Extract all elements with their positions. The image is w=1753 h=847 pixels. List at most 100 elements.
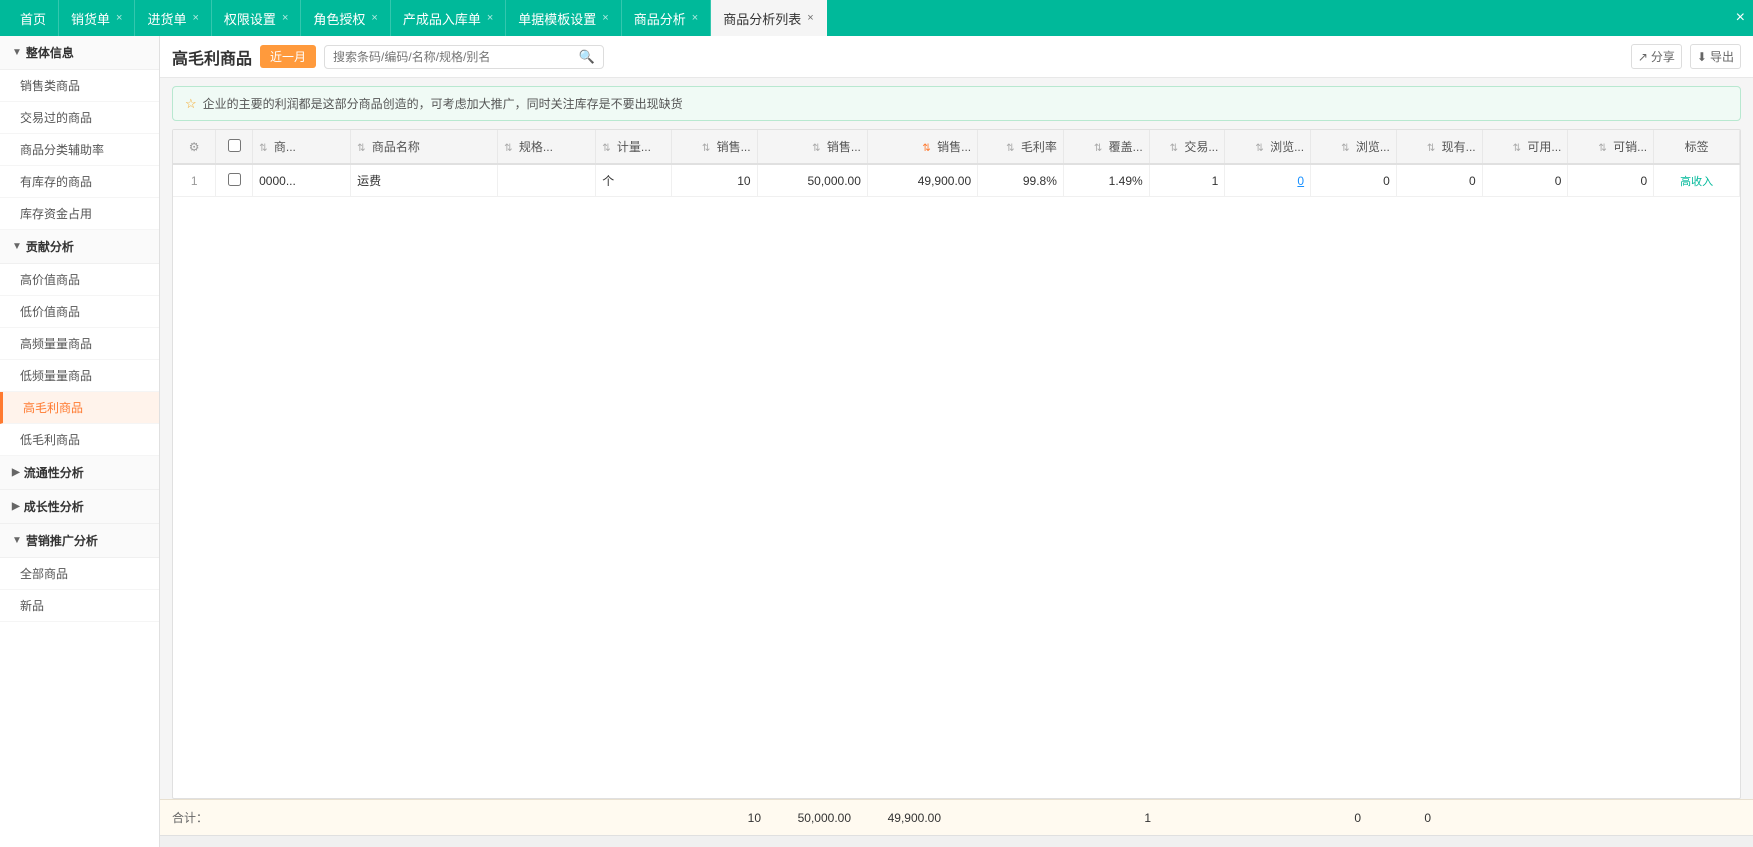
tab-template-close[interactable]: × [602,12,608,24]
horizontal-scrollbar[interactable] [160,835,1753,847]
sidebar-item-low-margin[interactable]: 低毛利商品 [0,424,159,456]
sidebar-item-in-stock-goods[interactable]: 有库存的商品 [0,166,159,198]
col-header-stock1[interactable]: ⇅ 现有... [1396,130,1482,164]
search-icon[interactable]: 🔍 [579,49,595,65]
col-header-sales-qty[interactable]: ⇅ 销售... [671,130,757,164]
sidebar-group-wealth-label: 贡献分析 [26,238,74,255]
export-label: 导出 [1710,48,1734,65]
col-header-sales-cost[interactable]: ⇅ 销售... [867,130,977,164]
col-sort-sales-qty: ⇅ [702,143,710,154]
sidebar-collapse-button[interactable]: « [159,422,160,462]
sidebar-group-marketing[interactable]: ▼ 营销推广分析 [0,524,159,558]
info-bar: ☆ 企业的主要的利润都是这部分商品创造的，可考虑加大推广，同时关注库存是不要出现… [172,86,1741,121]
tab-role-close[interactable]: × [371,12,377,24]
sidebar-group-overall[interactable]: ▼ 整体信息 [0,36,159,70]
select-all-checkbox[interactable] [228,139,241,152]
sidebar-item-stock-occupy[interactable]: 库存资金占用 [0,198,159,230]
tab-product-in[interactable]: 产成品入库单 × [391,0,506,36]
col-header-unit[interactable]: ⇅ 计量... [596,130,672,164]
search-input[interactable] [333,50,579,64]
sidebar-item-low-value[interactable]: 低价值商品 [0,296,159,328]
cell-sales-amt: 50,000.00 [757,164,867,197]
tab-sales[interactable]: 销货单 × [59,0,135,36]
col-sort-sellable: ⇅ [1598,143,1606,154]
col-header-tag[interactable]: 标签 [1654,130,1740,164]
col-sort-sales-amt: ⇅ [812,143,820,154]
col-header-check[interactable] [216,130,253,164]
sidebar-item-high-freq[interactable]: 高频量量商品 [0,328,159,360]
data-table-wrapper: ⚙ ⇅ 商... ⇅ 商品名称 [172,129,1741,799]
tab-product-in-close[interactable]: × [487,12,493,24]
cell-sellable: 0 [1568,164,1654,197]
total-spacer-check [327,811,357,825]
col-header-stock2[interactable]: ⇅ 可用... [1482,130,1568,164]
sidebar-item-high-margin[interactable]: 高毛利商品 [0,392,159,424]
col-sort-stock2: ⇅ [1513,143,1521,154]
total-spacer-spec [557,811,637,825]
total-spacer-name [437,811,557,825]
export-button[interactable]: ⬇ 导出 [1690,44,1741,69]
share-label: 分享 [1651,48,1675,65]
col-header-sellable[interactable]: ⇅ 可销... [1568,130,1654,164]
col-header-sales-amt[interactable]: ⇅ 销售... [757,130,867,164]
tab-purchase-close[interactable]: × [192,12,198,24]
col-header-code[interactable]: ⇅ 商... [253,130,351,164]
tab-permission-close[interactable]: × [282,12,288,24]
col-header-browse2[interactable]: ⇅ 浏览... [1311,130,1397,164]
col-header-browse1[interactable]: ⇅ 浏览... [1225,130,1311,164]
tab-analysis-list-close[interactable]: × [807,12,813,24]
total-sales-amt: 50,000.00 [767,811,857,825]
tab-template[interactable]: 单据模板设置 × [506,0,621,36]
cell-tag: 高收入 [1654,164,1740,197]
sidebar-item-sales-goods[interactable]: 销售类商品 [0,70,159,102]
col-header-name[interactable]: ⇅ 商品名称 [351,130,498,164]
close-all-tabs[interactable]: × [1736,9,1745,27]
info-text: 企业的主要的利润都是这部分商品创造的，可考虑加大推广，同时关注库存是不要出现缺货 [203,95,683,112]
tab-role[interactable]: 角色授权 × [301,0,390,36]
sidebar-item-analysis-assist[interactable]: 商品分类辅助率 [0,134,159,166]
sidebar-group-flow-label: 流通性分析 [24,464,84,481]
tab-analysis-close[interactable]: × [692,12,698,24]
tab-permission[interactable]: 权限设置 × [212,0,301,36]
cell-browse1[interactable]: 0 [1225,164,1311,197]
row-checkbox[interactable] [228,173,241,186]
sidebar-group-wealth[interactable]: ▼ 贡献分析 [0,230,159,264]
cell-sales-qty: 10 [671,164,757,197]
main-layout: « ▼ 整体信息 销售类商品 交易过的商品 商品分类辅助率 有库存的商品 库存资… [0,36,1753,847]
sidebar-group-growth-arrow: ▶ [12,501,20,512]
sidebar-group-marketing-label: 营销推广分析 [26,532,98,549]
col-header-trade-cnt[interactable]: ⇅ 交易... [1149,130,1225,164]
cell-unit: 个 [596,164,672,197]
tab-purchase[interactable]: 进货单 × [135,0,211,36]
sidebar-group-flow[interactable]: ▶ 流通性分析 [0,456,159,490]
sidebar-group-growth[interactable]: ▶ 成长性分析 [0,490,159,524]
export-icon: ⬇ [1697,50,1707,64]
col-header-cover-rate[interactable]: ⇅ 覆盖... [1063,130,1149,164]
sidebar-item-high-value[interactable]: 高价值商品 [0,264,159,296]
tab-sales-close[interactable]: × [116,12,122,24]
col-header-spec[interactable]: ⇅ 规格... [498,130,596,164]
col-header-gross-rate[interactable]: ⇅ 毛利率 [978,130,1064,164]
tab-analysis-list[interactable]: 商品分析列表 × [711,0,826,36]
col-header-settings[interactable]: ⚙ [173,130,216,164]
tab-analysis[interactable]: 商品分析 × [622,0,711,36]
sidebar-item-all-goods[interactable]: 全部商品 [0,558,159,590]
total-values: 10 50,000.00 49,900.00 1 0 0 [292,811,1741,825]
tab-home[interactable]: 首页 [8,0,59,36]
total-spacer-browse2 [1227,811,1297,825]
col-sort-gross-rate: ⇅ [1006,143,1014,154]
filter-period-button[interactable]: 近一月 [260,45,316,68]
cell-check[interactable] [216,164,253,197]
data-table: ⚙ ⇅ 商... ⇅ 商品名称 [173,130,1740,197]
sidebar-item-traded-goods[interactable]: 交易过的商品 [0,102,159,134]
cell-cover-rate: 1.49% [1063,164,1149,197]
total-label: 合计： [172,809,292,826]
sidebar-item-new-goods[interactable]: 新品 [0,590,159,622]
top-navigation: 首页 销货单 × 进货单 × 权限设置 × 角色授权 × 产成品入库单 × 单据… [0,0,1753,36]
settings-icon[interactable]: ⚙ [189,140,200,154]
total-trade-cnt: 1 [1087,811,1157,825]
share-button[interactable]: ↗ 分享 [1631,44,1682,69]
col-sort-name: ⇅ [357,143,365,154]
sidebar-group-flow-arrow: ▶ [12,467,20,478]
sidebar-item-low-freq[interactable]: 低频量量商品 [0,360,159,392]
